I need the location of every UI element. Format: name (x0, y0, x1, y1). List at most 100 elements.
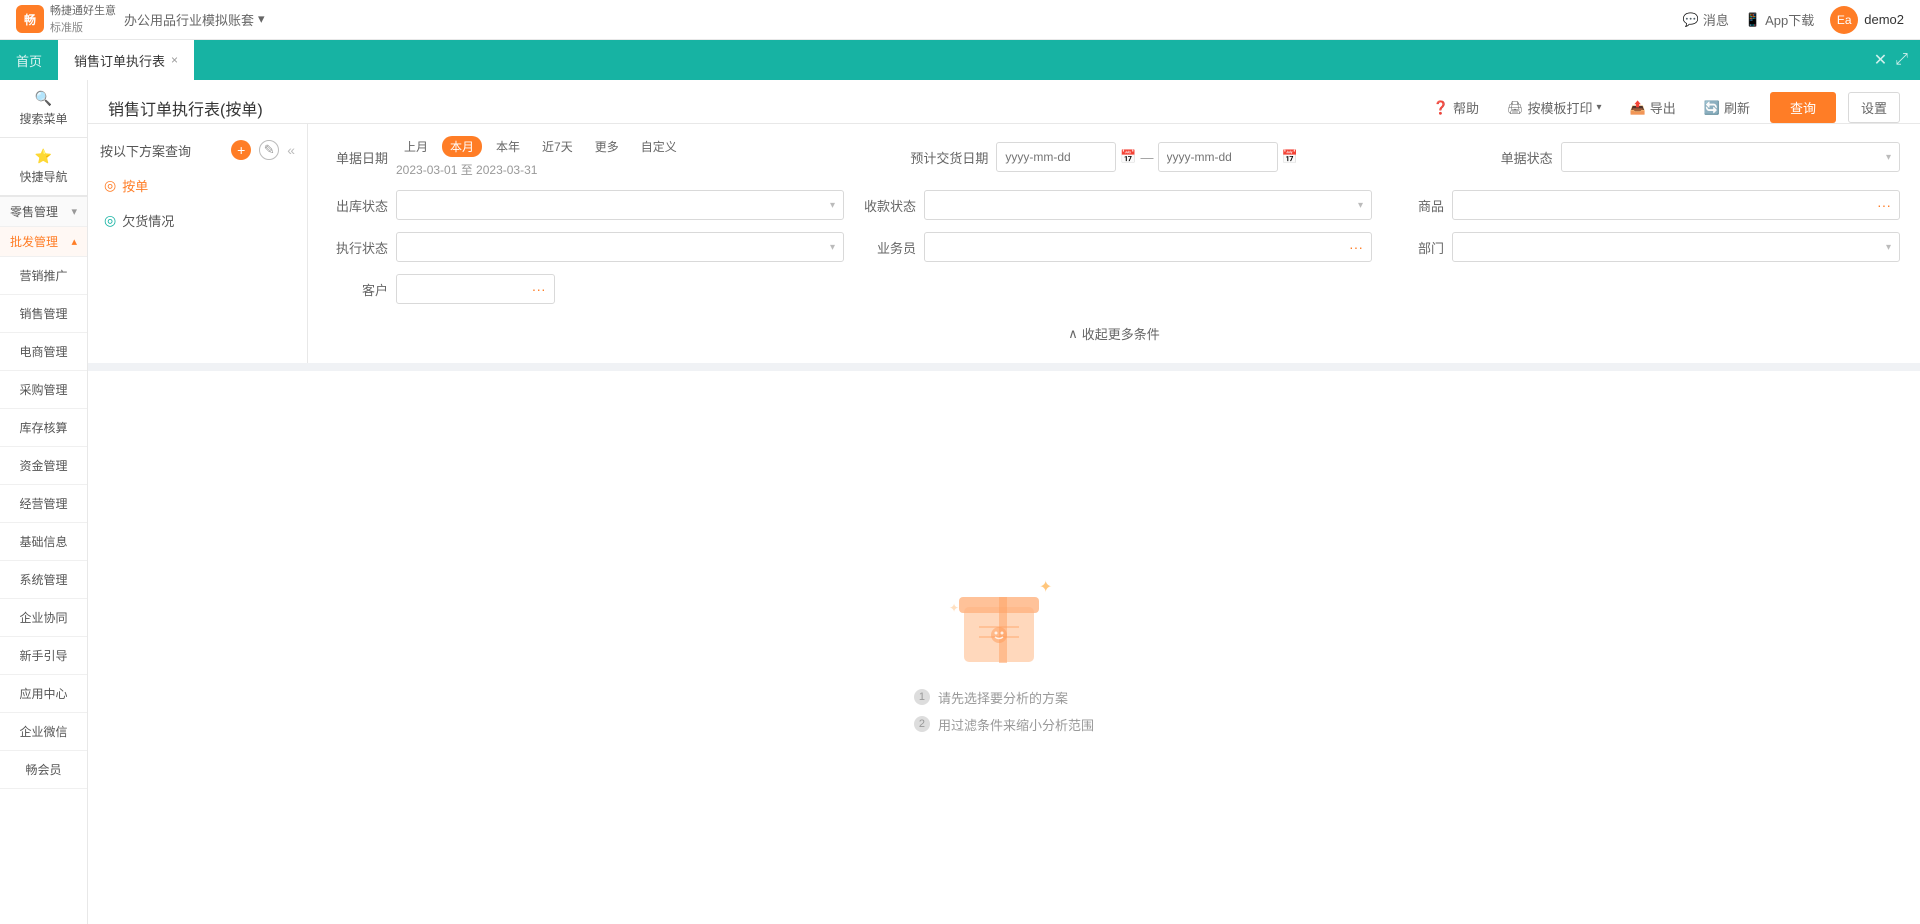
calendar-icon-end[interactable]: 📅 (1282, 149, 1298, 165)
dept-select[interactable]: ▾ (1452, 232, 1900, 262)
search-button[interactable]: 查询 (1770, 92, 1836, 123)
exec-select[interactable]: ▾ (396, 232, 844, 262)
shipping-select[interactable]: ▾ (396, 190, 844, 220)
sidebar-corpwechat-label: 企业微信 (19, 723, 67, 740)
edit-icon: ✎ (264, 142, 275, 158)
template-print-button[interactable]: 🖨 按模板打印 ▾ (1499, 94, 1610, 121)
tip-num-2: 2 (914, 716, 930, 732)
sidebar-finance-label: 资金管理 (19, 457, 67, 474)
breadcrumb[interactable]: 办公用品行业模拟账套 ▾ (124, 10, 265, 29)
sidebar-operations-label: 经营管理 (19, 495, 67, 512)
app-download-button[interactable]: 📱 App下载 (1745, 10, 1814, 29)
payment-select[interactable]: ▾ (924, 190, 1372, 220)
sidebar-search-menu[interactable]: 🔍 搜索菜单 (0, 80, 87, 138)
empty-illustration: ✦ ✦ (944, 562, 1064, 672)
download-label: App下载 (1765, 10, 1814, 29)
sidebar-item-ecommerce[interactable]: 电商管理 (0, 333, 87, 371)
retail-expand-icon: ▾ (71, 205, 77, 218)
page-actions: ❓ 帮助 🖨 按模板打印 ▾ 📤 导出 🔄 刷新 查询 设置 (1425, 92, 1900, 123)
help-button[interactable]: ❓ 帮助 (1425, 94, 1487, 121)
sidebar-system-label: 系统管理 (19, 571, 67, 588)
edit-scheme-button[interactable]: ✎ (259, 140, 279, 160)
sidebar-item-newbie[interactable]: 新手引导 (0, 637, 87, 675)
period-more[interactable]: 更多 (587, 136, 627, 157)
content-area: 销售订单执行表(按单) ❓ 帮助 🖨 按模板打印 ▾ 📤 导出 🔄 (88, 80, 1920, 924)
message-button[interactable]: 💬 消息 (1683, 10, 1729, 29)
sidebar-item-corpwechat[interactable]: 企业微信 (0, 713, 87, 751)
topbar-left: 畅 畅捷通好生意 标准版 办公用品行业模拟账套 ▾ (16, 4, 265, 34)
period-7days[interactable]: 近7天 (534, 136, 581, 157)
doc-status-select[interactable]: ▾ (1561, 142, 1900, 172)
add-scheme-button[interactable]: + (231, 140, 251, 160)
sidebar-enterprise-label: 企业协同 (19, 609, 67, 626)
sidebar-quick-nav[interactable]: ⭐ 快捷导航 (0, 138, 87, 197)
sidebar-item-finance[interactable]: 资金管理 (0, 447, 87, 485)
sidebar-item-appstore[interactable]: 应用中心 (0, 675, 87, 713)
tab-home[interactable]: 首页 (0, 40, 58, 80)
sidebar-item-purchase[interactable]: 采购管理 (0, 371, 87, 409)
sidebar-section-wholesale[interactable]: 批发管理 ▴ (0, 227, 87, 257)
export-icon: 📤 (1630, 100, 1646, 116)
period-this-year[interactable]: 本年 (488, 136, 528, 157)
wholesale-label: 批发管理 (10, 233, 58, 250)
refresh-button[interactable]: 🔄 刷新 (1696, 94, 1758, 121)
download-icon: 📱 (1745, 12, 1761, 28)
sidebar-item-operations[interactable]: 经营管理 (0, 485, 87, 523)
expected-date-start[interactable] (996, 142, 1116, 172)
sidebar-item-basic[interactable]: 基础信息 (0, 523, 87, 561)
breadcrumb-dropdown-icon[interactable]: ▾ (258, 11, 265, 27)
app-name: 畅捷通好生意 (50, 4, 116, 18)
sidebar-item-members[interactable]: 畅会员 (0, 751, 87, 789)
scheme-credit-icon: ◎ (104, 212, 116, 229)
tab-expand-area: ✕ ⤢ (1874, 50, 1920, 70)
empty-tip-2: 2 用过滤条件来缩小分析范围 (914, 715, 1094, 734)
topbar: 畅 畅捷通好生意 标准版 办公用品行业模拟账套 ▾ 💬 消息 📱 App下载 E… (0, 0, 1920, 40)
print-dropdown-icon[interactable]: ▾ (1597, 102, 1602, 113)
export-label: 导出 (1650, 98, 1676, 117)
user-area[interactable]: Ea demo2 (1830, 6, 1904, 34)
filter-scheme-header: 按以下方案查询 + ✎ « (88, 136, 307, 168)
retail-label: 零售管理 (10, 203, 58, 220)
doc-status-dropdown-icon: ▾ (1886, 152, 1891, 163)
sidebar-item-enterprise[interactable]: 企业协同 (0, 599, 87, 637)
calendar-icon-start[interactable]: 📅 (1120, 149, 1136, 165)
sidebar-item-system[interactable]: 系统管理 (0, 561, 87, 599)
message-icon: 💬 (1683, 12, 1699, 28)
period-last-month[interactable]: 上月 (396, 136, 436, 157)
salesperson-more-icon[interactable]: ··· (1349, 239, 1363, 255)
svg-text:✦: ✦ (1039, 579, 1052, 596)
sidebar-section-retail[interactable]: 零售管理 ▾ (0, 197, 87, 227)
sidebar-item-sales[interactable]: 销售管理 (0, 295, 87, 333)
period-custom[interactable]: 自定义 (633, 136, 685, 157)
customer-label: 客户 (328, 280, 388, 299)
collapse-more-button[interactable]: ∧ 收起更多条件 (328, 316, 1900, 351)
sidebar-item-inventory[interactable]: 库存核算 (0, 409, 87, 447)
collapse-scheme-button[interactable]: « (287, 142, 295, 158)
filter-row-4: 客户 ··· (328, 274, 1900, 304)
sidebar-item-marketing[interactable]: 营销推广 (0, 257, 87, 295)
dept-label: 部门 (1384, 238, 1444, 257)
scheme-item-press-order[interactable]: ◎ 按单 (88, 168, 307, 203)
topbar-right: 💬 消息 📱 App下载 Ea demo2 (1683, 6, 1904, 34)
export-button[interactable]: 📤 导出 (1622, 94, 1684, 121)
payment-dropdown-icon: ▾ (1358, 200, 1363, 211)
scheme-item-credit[interactable]: ◎ 欠货情况 (88, 203, 307, 238)
scheme-credit-label: 欠货情况 (122, 211, 174, 230)
logo-area: 畅 畅捷通好生意 标准版 (16, 4, 116, 34)
shipping-label: 出库状态 (328, 196, 388, 215)
tab-close-icon[interactable]: × (171, 53, 178, 67)
date-period-buttons: 上月 本月 本年 近7天 更多 自定义 (396, 136, 685, 157)
sidebar-inventory-label: 库存核算 (19, 419, 67, 436)
filter-goods: 商品 ··· (1384, 190, 1900, 220)
window-close-icon[interactable]: ✕ (1874, 50, 1887, 70)
app-logo-icon: 畅 (16, 5, 44, 33)
tab-sales-execution[interactable]: 销售订单执行表 × (58, 40, 194, 80)
customer-more-icon[interactable]: ··· (532, 281, 546, 297)
expected-date-end[interactable] (1158, 142, 1278, 172)
goods-more-icon[interactable]: ··· (1877, 197, 1891, 213)
window-maximize-icon[interactable]: ⤢ (1895, 51, 1908, 69)
svg-text:✦: ✦ (949, 601, 959, 615)
settings-button[interactable]: 设置 (1848, 92, 1900, 123)
period-this-month[interactable]: 本月 (442, 136, 482, 157)
wholesale-collapse-icon: ▴ (71, 235, 77, 248)
